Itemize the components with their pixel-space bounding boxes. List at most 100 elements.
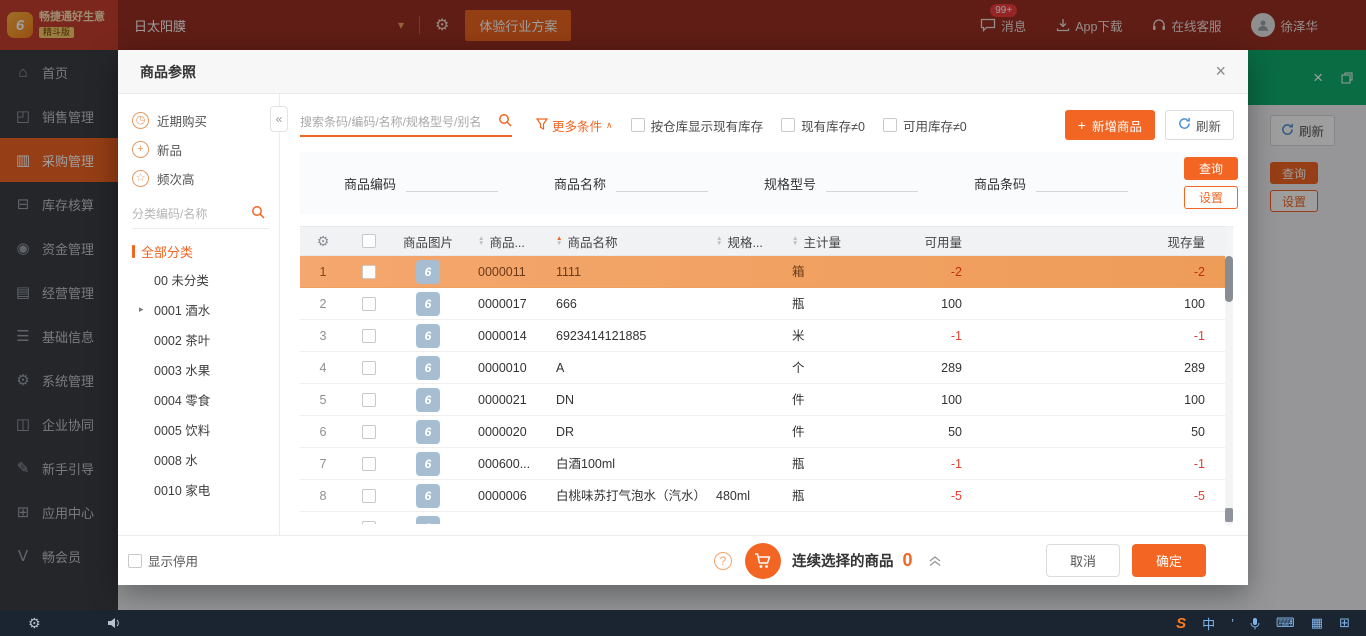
table-row[interactable]: 2 6 0000017 666 瓶 100 100 — [300, 288, 1233, 320]
table-row[interactable]: 3 6 0000014 6923414121885 米 -1 -1 — [300, 320, 1233, 352]
select-all-checkbox[interactable] — [346, 226, 392, 256]
search-icon[interactable] — [498, 113, 512, 130]
row-checkbox[interactable] — [346, 512, 392, 524]
available-qty: -1 — [950, 457, 962, 471]
column-settings-gear-icon[interactable]: ⚙ — [300, 226, 346, 256]
keyboard-icon[interactable]: ⌨ — [1276, 615, 1295, 631]
row-checkbox[interactable] — [346, 352, 392, 384]
category-item[interactable]: 0004 零食 — [132, 384, 269, 414]
help-icon[interactable]: ? — [714, 551, 732, 570]
header-spec[interactable]: ▲ ▼ 规格... — [706, 226, 778, 256]
row-checkbox[interactable] — [346, 256, 392, 288]
shortcut-new[interactable]: + 新品 — [132, 135, 269, 164]
collapse-up-icon[interactable] — [928, 555, 942, 567]
category-item[interactable]: 0010 家电 — [132, 474, 269, 504]
product-spec — [706, 448, 778, 480]
settings-button[interactable]: 设置 — [1184, 186, 1238, 209]
header-unit[interactable]: ▲ ▼ 主计量 — [778, 226, 880, 256]
filter-field-input[interactable] — [616, 174, 709, 192]
row-checkbox[interactable] — [346, 448, 392, 480]
checkbox — [362, 234, 376, 248]
product-image: 6 — [392, 384, 464, 416]
row-checkbox[interactable] — [346, 480, 392, 512]
shortcut-label: 新品 — [157, 144, 183, 158]
speaker-icon[interactable] — [107, 617, 122, 629]
table-row[interactable]: 5 6 0000021 DN 件 100 100 — [300, 384, 1233, 416]
confirm-button[interactable]: 确定 — [1132, 544, 1206, 577]
row-index: 1 — [319, 265, 327, 279]
row-checkbox[interactable] — [346, 416, 392, 448]
gear-icon[interactable]: ⚙ — [28, 615, 41, 632]
collapse-panel-button[interactable]: « — [270, 106, 288, 132]
cancel-button[interactable]: 取消 — [1046, 544, 1120, 577]
ime-language-indicator[interactable]: 中 — [1202, 614, 1215, 633]
stock-qty: -2 — [1193, 265, 1205, 279]
product-unit: 件 — [792, 425, 805, 439]
product-spec — [706, 384, 778, 416]
category-item[interactable]: 0003 水果 — [132, 354, 269, 384]
filter-checkbox[interactable]: 现有库存≠0 — [781, 116, 865, 135]
product-image: 6 — [392, 320, 464, 352]
all-categories-label: 全部分类 — [141, 244, 194, 260]
add-product-button[interactable]: + 新增商品 — [1064, 110, 1155, 140]
filter-checkbox[interactable]: 按仓库显示现有库存 — [630, 116, 763, 135]
row-index: 7 — [319, 457, 327, 471]
checkbox — [362, 521, 376, 524]
category-item[interactable]: 0002 茶叶 — [132, 324, 269, 354]
checkbox — [781, 118, 796, 132]
category-item[interactable]: ▸ 0001 酒水 — [132, 294, 269, 324]
category-label: 0008 水 — [154, 453, 198, 468]
filter-field-input[interactable] — [826, 174, 919, 192]
category-item[interactable]: 0008 水 — [132, 444, 269, 474]
category-search-input[interactable] — [132, 206, 237, 221]
table-row[interactable]: 8 6 0000006 白桃味苏打气泡水（汽水） 480ml 瓶 -5 -5 — [300, 480, 1233, 512]
filter-field-input[interactable] — [1036, 174, 1129, 192]
category-item[interactable]: 00 未分类 — [132, 264, 269, 294]
product-search-input[interactable] — [300, 114, 482, 129]
product-spec — [706, 256, 778, 288]
scrollbar-thumb[interactable] — [1225, 256, 1233, 302]
show-disabled-checkbox[interactable]: 显示停用 — [128, 551, 198, 570]
category-label: 0002 茶叶 — [154, 333, 211, 348]
microphone-icon[interactable] — [1250, 617, 1260, 630]
toolbox-icon[interactable]: ⊞ — [1339, 615, 1350, 631]
filter-checkbox[interactable]: 可用库存≠0 — [882, 116, 967, 135]
shortcut-recent[interactable]: ◷ 近期购买 — [132, 106, 269, 135]
os-taskbar: ⚙ S 中 ’ ⌨ ▦ ⊞ — [0, 610, 1366, 636]
more-filters-button[interactable]: 更多条件 ∧ — [535, 116, 613, 135]
table-row[interactable]: 7 6 000600... 白酒100ml 瓶 -1 -1 — [300, 448, 1233, 480]
product-thumbnail-icon: 6 — [416, 292, 440, 316]
row-index: 5 — [319, 393, 327, 407]
category-item[interactable]: 0005 饮料 — [132, 414, 269, 444]
stock-qty: 289 — [1184, 361, 1205, 375]
scroll-down-button[interactable] — [1225, 508, 1233, 522]
screenshot-icon[interactable]: ▦ — [1311, 615, 1323, 631]
cart-icon — [745, 542, 781, 579]
ime-punctuation-indicator[interactable]: ’ — [1231, 616, 1234, 631]
dialog-body: « ◷ 近期购买 + 新品 ☆ 频次高 全部分类 00 未分类 ▸ 0001 酒水 0002 茶… — [118, 94, 1248, 535]
table-row[interactable]: 4 6 0000010 A 个 289 289 — [300, 352, 1233, 384]
filter-field-input[interactable] — [406, 174, 499, 192]
header-product-code[interactable]: ▲ ▼ 商品... — [464, 226, 546, 256]
close-icon[interactable]: × — [1215, 61, 1226, 82]
query-button[interactable]: 查询 — [1184, 157, 1238, 180]
vertical-scrollbar[interactable] — [1225, 226, 1233, 526]
all-categories[interactable]: 全部分类 — [132, 238, 269, 264]
product-name: 6923414121885 — [556, 329, 647, 343]
sogou-input-icon[interactable]: S — [1176, 615, 1186, 632]
header-stock-qty[interactable]: 现存量 — [982, 226, 1233, 256]
caret-right-icon: ▸ — [139, 303, 144, 314]
header-available-qty[interactable]: 可用量 — [880, 226, 982, 256]
row-checkbox[interactable] — [346, 320, 392, 352]
product-name: DN — [556, 393, 575, 407]
header-product-image[interactable]: 商品图片 — [392, 226, 464, 256]
stock-qty: -1 — [1193, 329, 1205, 343]
refresh-button[interactable]: 刷新 — [1164, 110, 1234, 140]
table-row[interactable]: 6 6 0000020 DR 件 50 50 — [300, 416, 1233, 448]
search-icon[interactable] — [251, 205, 265, 222]
row-checkbox[interactable] — [346, 288, 392, 320]
header-product-name[interactable]: ▲ ▼ 商品名称 — [546, 226, 706, 256]
shortcut-frequent[interactable]: ☆ 频次高 — [132, 164, 269, 193]
table-row[interactable]: 1 6 0000011 1111 箱 -2 -2 — [300, 256, 1233, 288]
row-checkbox[interactable] — [346, 384, 392, 416]
